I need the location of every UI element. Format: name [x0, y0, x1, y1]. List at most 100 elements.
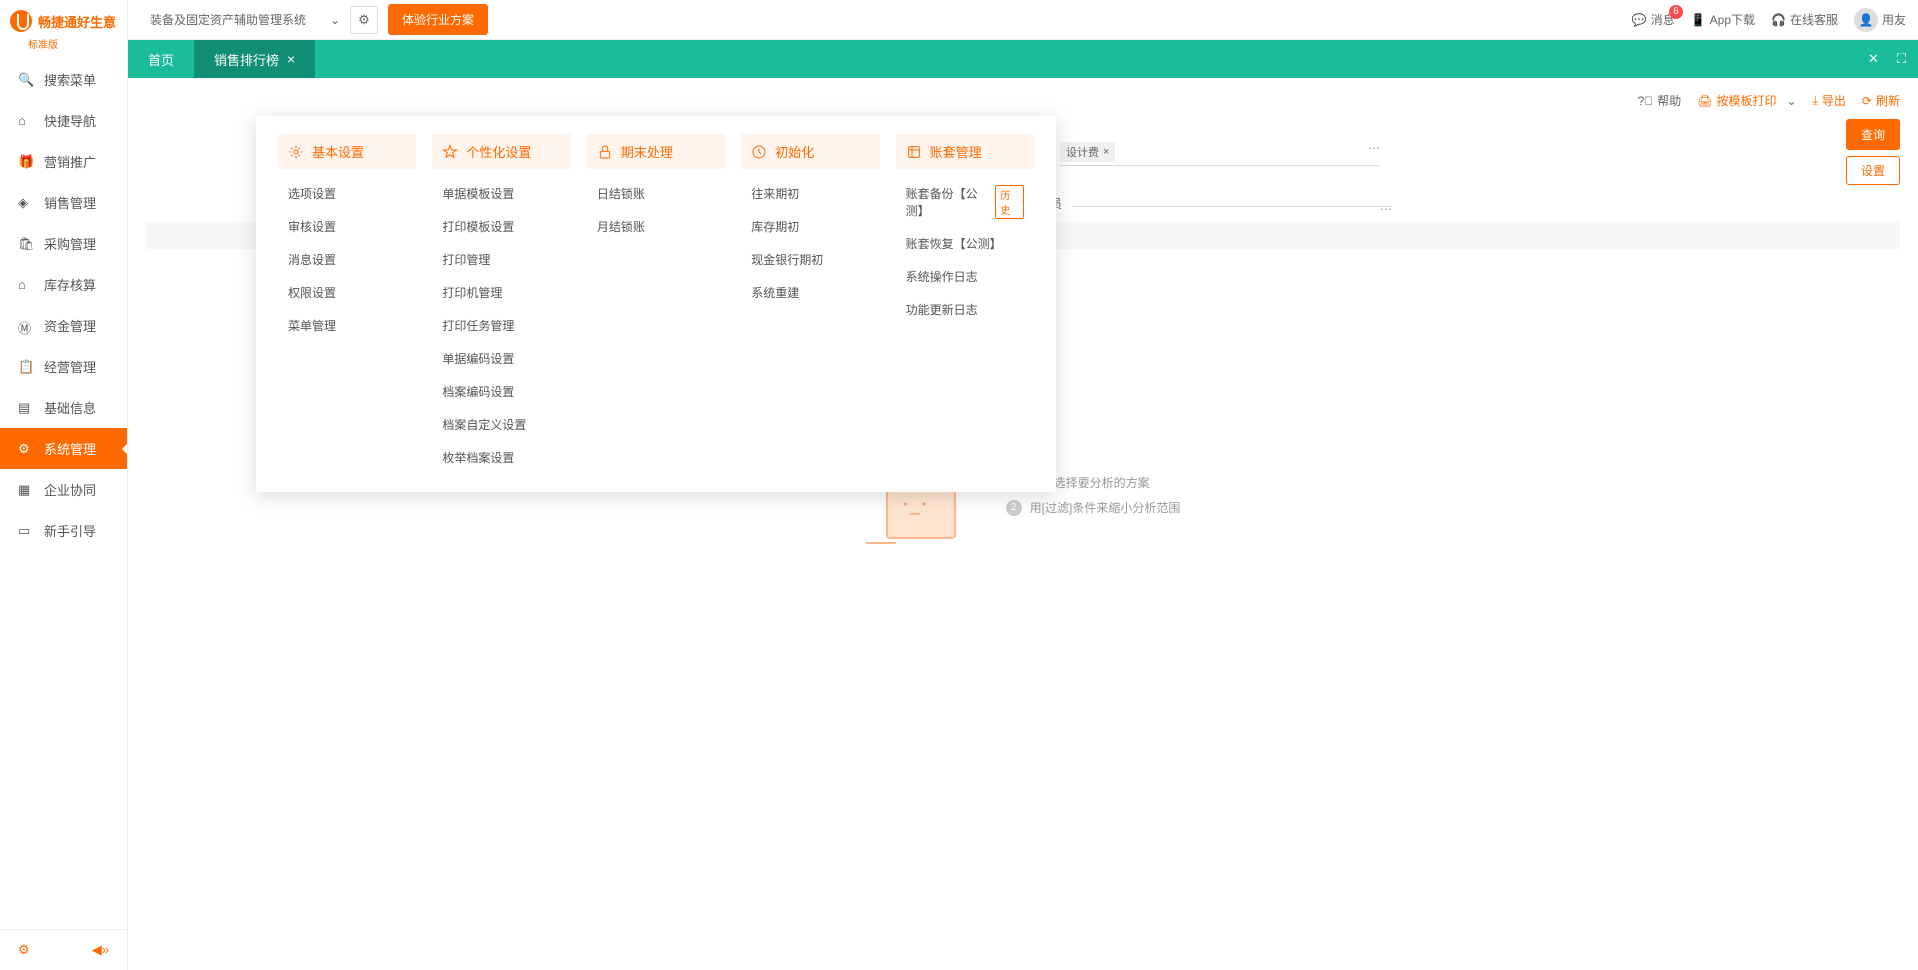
- system-selector[interactable]: 装备及固定资产辅助管理系统 ⌄: [140, 11, 350, 28]
- menu-item[interactable]: 打印模板设置: [432, 210, 570, 243]
- menu-item[interactable]: 库存期初: [741, 210, 879, 243]
- menu-col-2: 期末处理日结锁账月结锁账: [579, 134, 733, 474]
- menu-item[interactable]: 单据模板设置: [432, 177, 570, 210]
- menu-col-title: 初始化: [775, 142, 814, 161]
- menu-item[interactable]: 单据编码设置: [432, 342, 570, 375]
- menu-item-label: 账套恢复【公测】: [906, 235, 1002, 252]
- sidebar-item-7[interactable]: 📋经营管理: [0, 346, 127, 387]
- fullscreen-icon[interactable]: ⛶: [1893, 47, 1910, 71]
- sidebar-item-label: 营销推广: [44, 152, 96, 171]
- tab-label: 销售排行榜: [214, 50, 279, 69]
- sidebar-item-5[interactable]: ⌂库存核算: [0, 264, 127, 305]
- gear-icon: ⚙: [18, 441, 34, 457]
- menu-item[interactable]: 菜单管理: [278, 309, 416, 342]
- menu-item[interactable]: 档案编码设置: [432, 375, 570, 408]
- search-icon: 🔍: [18, 72, 34, 88]
- chevron-down-icon: ⌄: [1787, 94, 1797, 108]
- tab-close-all-icon[interactable]: ✕: [1864, 47, 1883, 71]
- menu-item[interactable]: 功能更新日志: [896, 293, 1034, 326]
- menu-item-label: 现金银行期初: [751, 251, 823, 268]
- sidebar-item-1[interactable]: ⌂快捷导航: [0, 100, 127, 141]
- user-name: 用友: [1882, 11, 1906, 28]
- sidebar-item-label: 资金管理: [44, 316, 96, 335]
- sidebar-item-2[interactable]: 🎁 营销推广: [0, 141, 127, 182]
- sidebar-item-label: 企业协同: [44, 480, 96, 499]
- sidebar-item-label: 经营管理: [44, 357, 96, 376]
- menu-col-title: 期末处理: [621, 142, 673, 161]
- app-download-link[interactable]: 📱 App下载: [1691, 11, 1755, 28]
- menu-item[interactable]: 系统重建: [741, 276, 879, 309]
- menu-item-label: 功能更新日志: [906, 301, 978, 318]
- product-input[interactable]: 设计费 × ⋯: [1060, 139, 1380, 166]
- menu-item[interactable]: 打印管理: [432, 243, 570, 276]
- print-icon: 🖨: [1697, 94, 1712, 108]
- menu-col-header: 个性化设置: [432, 134, 570, 169]
- menu-item[interactable]: 打印任务管理: [432, 309, 570, 342]
- box-icon: ⌂: [18, 277, 34, 293]
- tab-label: 首页: [148, 50, 174, 69]
- menu-item[interactable]: 档案自定义设置: [432, 408, 570, 441]
- menu-item[interactable]: 选项设置: [278, 177, 416, 210]
- topbar: 装备及固定资产辅助管理系统 ⌄ ⚙ 体验行业方案 💬 消息 6 📱 App下载: [128, 0, 1918, 40]
- sidebar-item-6[interactable]: Ⓜ资金管理: [0, 305, 127, 346]
- menu-item[interactable]: 打印机管理: [432, 276, 570, 309]
- footer-collapse-icon[interactable]: ◀»: [92, 942, 109, 958]
- menu-item[interactable]: 日结锁账: [587, 177, 725, 210]
- print-link[interactable]: 🖨 按模板打印 ⌄: [1697, 92, 1796, 109]
- history-badge[interactable]: 历史: [995, 185, 1024, 219]
- sidebar-item-8[interactable]: ▤基础信息: [0, 387, 127, 428]
- menu-item[interactable]: 月结锁账: [587, 210, 725, 243]
- tag-close-icon[interactable]: ×: [1103, 146, 1109, 158]
- menu-item-label: 档案编码设置: [442, 383, 514, 400]
- sidebar-item-3[interactable]: ◈销售管理: [0, 182, 127, 223]
- user-menu[interactable]: 👤 用友: [1854, 8, 1906, 32]
- tab-1[interactable]: 销售排行榜 ×: [194, 40, 315, 78]
- sidebar-item-11[interactable]: ▭新手引导: [0, 510, 127, 551]
- grid-icon: ▦: [18, 482, 34, 498]
- menu-item[interactable]: 账套恢复【公测】: [896, 227, 1034, 260]
- customer-service-link[interactable]: 🎧 在线客服: [1771, 11, 1838, 28]
- sales-input[interactable]: ⋯: [1072, 200, 1392, 207]
- menu-item[interactable]: 系统操作日志: [896, 260, 1034, 293]
- sidebar-item-10[interactable]: ▦ 企业协同: [0, 469, 127, 510]
- menu-item[interactable]: 账套备份【公测】历史: [896, 177, 1034, 227]
- settings-button[interactable]: 设置: [1846, 156, 1900, 185]
- menu-item[interactable]: 往来期初: [741, 177, 879, 210]
- refresh-link[interactable]: ⟳ 刷新: [1862, 92, 1900, 109]
- gift-icon: 🎁: [18, 154, 34, 170]
- nav-footer: ⚙ ◀»: [0, 929, 127, 970]
- menu-item[interactable]: 审核设置: [278, 210, 416, 243]
- sidebar: 畅捷通好生意 标准版 🔍搜索菜单⌂快捷导航🎁营销推广◈销售管理🛍采购管理⌂库存核…: [0, 0, 128, 970]
- product-tag[interactable]: 设计费 ×: [1060, 142, 1115, 162]
- book-icon: ▭: [18, 523, 34, 539]
- sidebar-item-0[interactable]: 🔍搜索菜单: [0, 59, 127, 100]
- gear-icon: ⚙: [358, 12, 370, 28]
- message-icon: 💬: [1632, 13, 1647, 27]
- sidebar-item-4[interactable]: 🛍采购管理: [0, 223, 127, 264]
- messages-link[interactable]: 💬 消息 6: [1632, 11, 1675, 28]
- refresh-icon: ⟳: [1862, 94, 1872, 108]
- query-button[interactable]: 查询: [1846, 119, 1900, 150]
- menu-item[interactable]: 消息设置: [278, 243, 416, 276]
- menu-item-label: 选项设置: [288, 185, 336, 202]
- menu-item[interactable]: 权限设置: [278, 276, 416, 309]
- menu-col-0: 基本设置选项设置审核设置消息设置权限设置菜单管理: [270, 134, 424, 474]
- industry-plan-button[interactable]: 体验行业方案: [388, 4, 488, 35]
- help-link[interactable]: ?⃝ 帮助: [1638, 92, 1682, 109]
- tabbar: 首页 销售排行榜 × ✕ ⛶: [128, 40, 1918, 78]
- menu-item[interactable]: 现金银行期初: [741, 243, 879, 276]
- tab-close-icon[interactable]: ×: [287, 51, 295, 67]
- more-icon[interactable]: ⋯: [1380, 202, 1392, 216]
- menu-item[interactable]: 枚举档案设置: [432, 441, 570, 474]
- menu-item-label: 审核设置: [288, 218, 336, 235]
- menu-item-label: 打印模板设置: [442, 218, 514, 235]
- export-link[interactable]: ⤓ 导出: [1813, 92, 1846, 109]
- tab-0[interactable]: 首页: [128, 40, 194, 78]
- sidebar-item-9[interactable]: ⚙系统管理: [0, 428, 127, 469]
- bag-icon: 🛍: [18, 236, 34, 252]
- more-icon[interactable]: ⋯: [1368, 141, 1380, 155]
- empty-step-2: 2 用[过滤]条件来缩小分析范围: [1006, 499, 1181, 516]
- help-label: 帮助: [1657, 92, 1681, 109]
- settings-button[interactable]: ⚙: [350, 6, 378, 34]
- footer-gear-icon[interactable]: ⚙: [18, 942, 30, 958]
